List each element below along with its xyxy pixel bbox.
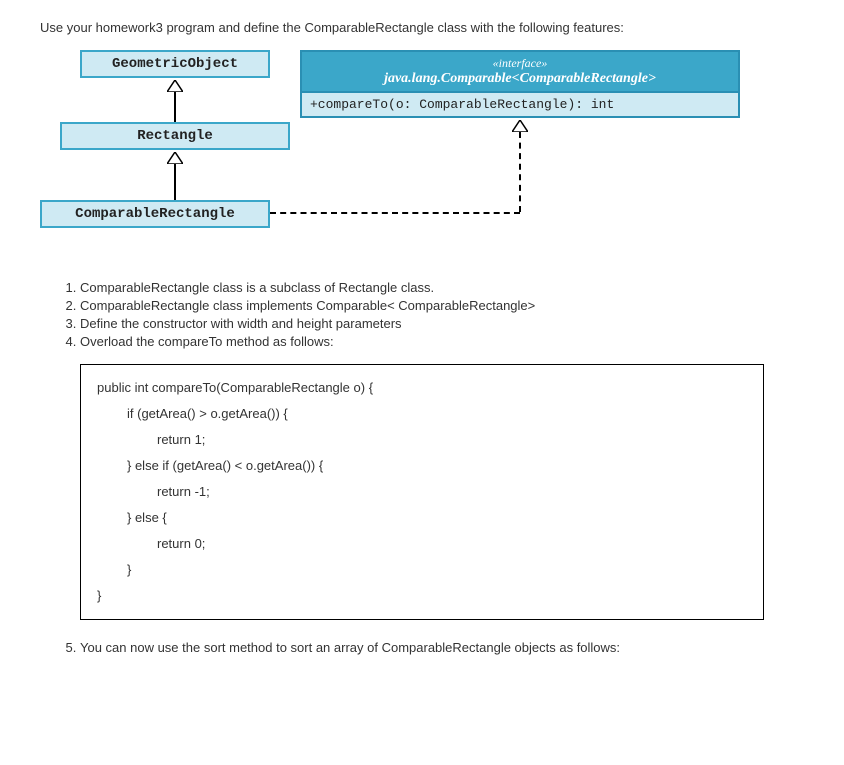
- code-line: if (getArea() > o.getArea()) {: [97, 401, 747, 427]
- list-item: ComparableRectangle class is a subclass …: [80, 280, 804, 295]
- arrow-shaft: [174, 164, 176, 200]
- dashed-arrow-shaft: [519, 132, 521, 212]
- code-block: public int compareTo(ComparableRectangle…: [80, 364, 764, 620]
- interface-name: java.lang.Comparable<ComparableRectangle…: [310, 71, 730, 87]
- arrow-shaft: [174, 92, 176, 122]
- uml-class-rectangle: Rectangle: [60, 122, 290, 150]
- code-line: } else {: [97, 505, 747, 531]
- uml-diagram: GeometricObject Rectangle ComparableRect…: [40, 50, 804, 260]
- dashed-arrow-shaft: [270, 212, 520, 214]
- uml-interface-comparable: «interface» java.lang.Comparable<Compara…: [300, 50, 740, 118]
- list-item: You can now use the sort method to sort …: [80, 640, 804, 655]
- requirements-list: ComparableRectangle class is a subclass …: [80, 280, 804, 349]
- intro-text: Use your homework3 program and define th…: [40, 20, 804, 35]
- code-line: } else if (getArea() < o.getArea()) {: [97, 453, 747, 479]
- inheritance-arrow-icon: [167, 80, 181, 90]
- interface-stereotype: «interface»: [310, 56, 730, 71]
- code-line: }: [97, 557, 747, 583]
- code-line: public int compareTo(ComparableRectangle…: [97, 375, 747, 401]
- uml-interface-header: «interface» java.lang.Comparable<Compara…: [302, 52, 738, 93]
- list-item: Overload the compareTo method as follows…: [80, 334, 804, 349]
- list-item: Define the constructor with width and he…: [80, 316, 804, 331]
- interface-method: +compareTo(o: ComparableRectangle): int: [302, 93, 738, 116]
- requirements-list-cont: You can now use the sort method to sort …: [80, 640, 804, 655]
- uml-class-comparablerectangle: ComparableRectangle: [40, 200, 270, 228]
- uml-class-geometricobject: GeometricObject: [80, 50, 270, 78]
- realization-arrow-icon: [512, 120, 526, 130]
- inheritance-arrow-icon: [167, 152, 181, 162]
- list-item: ComparableRectangle class implements Com…: [80, 298, 804, 313]
- code-line: return 1;: [97, 427, 747, 453]
- code-line: }: [97, 583, 747, 609]
- code-line: return 0;: [97, 531, 747, 557]
- code-line: return -1;: [97, 479, 747, 505]
